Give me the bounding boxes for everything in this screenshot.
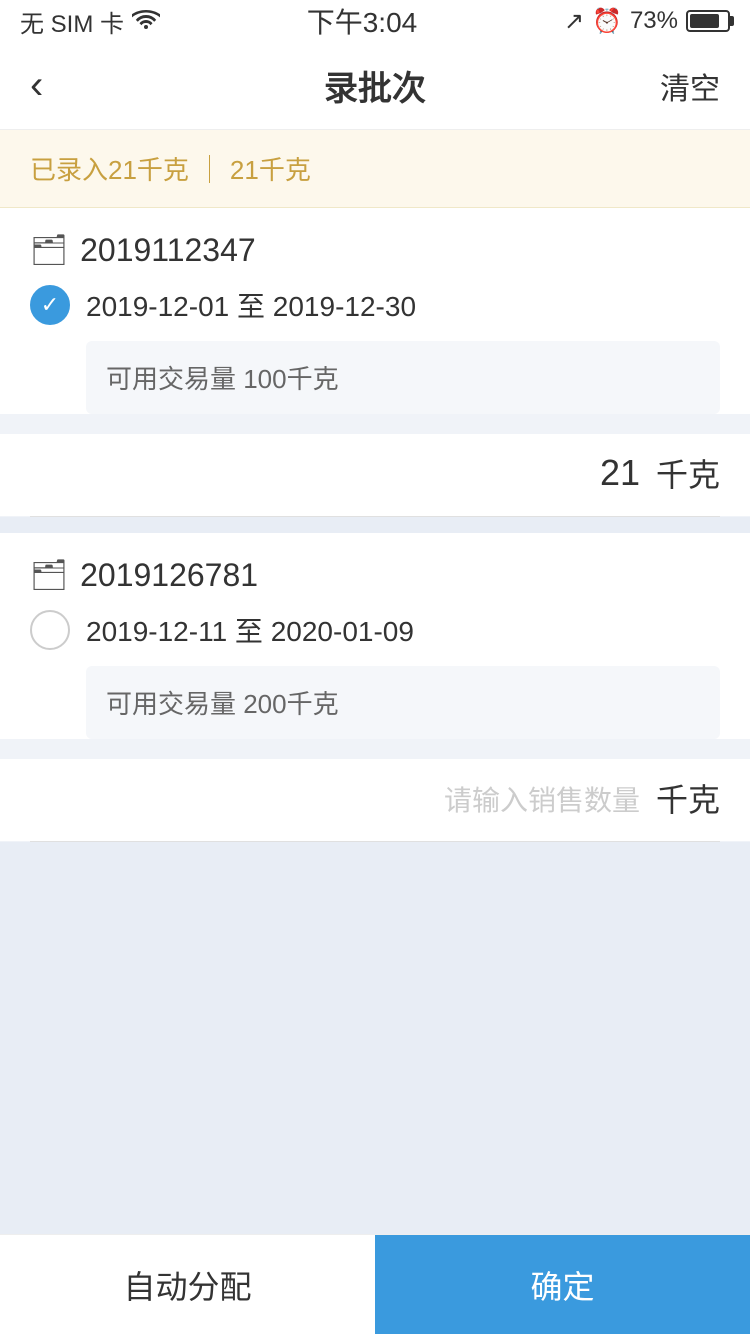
quantity-unit-2: 千克: [656, 775, 720, 821]
batch-date-2: 2019-12-11 至 2020-01-09: [86, 610, 414, 650]
batch-date-1: 2019-12-01 至 2019-12-30: [86, 285, 416, 325]
battery-icon: [686, 10, 730, 32]
back-button[interactable]: ‹: [30, 63, 90, 108]
battery-percent: 73%: [630, 7, 678, 35]
batch-doc-icon-1: 🗂: [30, 233, 68, 268]
info-divider: [209, 155, 210, 183]
recorded-value: 21千克: [230, 150, 311, 187]
info-banner: 已录入21千克 21千克: [0, 130, 750, 208]
radio-2[interactable]: [30, 610, 70, 650]
batch-header-2: 🗂 2019126781: [30, 557, 720, 594]
batch-date-row-2[interactable]: 2019-12-11 至 2020-01-09: [30, 610, 720, 650]
batch-date-row-1[interactable]: 2019-12-01 至 2019-12-30: [30, 285, 720, 325]
sim-status: 无 SIM 卡: [20, 4, 124, 39]
batch-id-2: 2019126781: [80, 557, 258, 594]
radio-1[interactable]: [30, 285, 70, 325]
batch-doc-icon-2: 🗂: [30, 558, 68, 593]
quantity-row-1: 千克: [0, 434, 750, 516]
alarm-icon: ⏰: [592, 7, 622, 36]
page-title: 录批次: [324, 61, 426, 110]
batch-availability-1: 可用交易量 100千克: [86, 341, 720, 414]
quantity-row-2: 千克: [0, 759, 750, 841]
status-right: ↗ ⏰ 73%: [564, 7, 730, 36]
batch-availability-2: 可用交易量 200千克: [86, 666, 720, 739]
batch-item-2: 🗂 2019126781 2019-12-11 至 2020-01-09 可用交…: [0, 533, 750, 739]
status-left: 无 SIM 卡: [20, 4, 160, 39]
quantity-input-1[interactable]: [440, 452, 640, 494]
location-icon: ↗: [564, 7, 584, 36]
empty-area: [0, 842, 750, 1242]
batch-id-1: 2019112347: [80, 232, 256, 269]
nav-bar: ‹ 录批次 清空: [0, 42, 750, 130]
section-divider: [0, 517, 750, 533]
quantity-unit-1: 千克: [656, 450, 720, 496]
auto-distribute-button[interactable]: 自动分配: [0, 1235, 375, 1334]
confirm-button[interactable]: 确定: [375, 1235, 750, 1334]
status-time: 下午3:04: [307, 1, 418, 41]
status-bar: 无 SIM 卡 下午3:04 ↗ ⏰ 73%: [0, 0, 750, 42]
quantity-input-2[interactable]: [440, 777, 640, 819]
batch-item-1: 🗂 2019112347 2019-12-01 至 2019-12-30 可用交…: [0, 208, 750, 414]
clear-button[interactable]: 清空: [660, 64, 720, 108]
batch-header-1: 🗂 2019112347: [30, 232, 720, 269]
recorded-label: 已录入21千克: [30, 150, 189, 187]
bottom-bar: 自动分配 确定: [0, 1234, 750, 1334]
wifi-icon: [132, 7, 160, 36]
